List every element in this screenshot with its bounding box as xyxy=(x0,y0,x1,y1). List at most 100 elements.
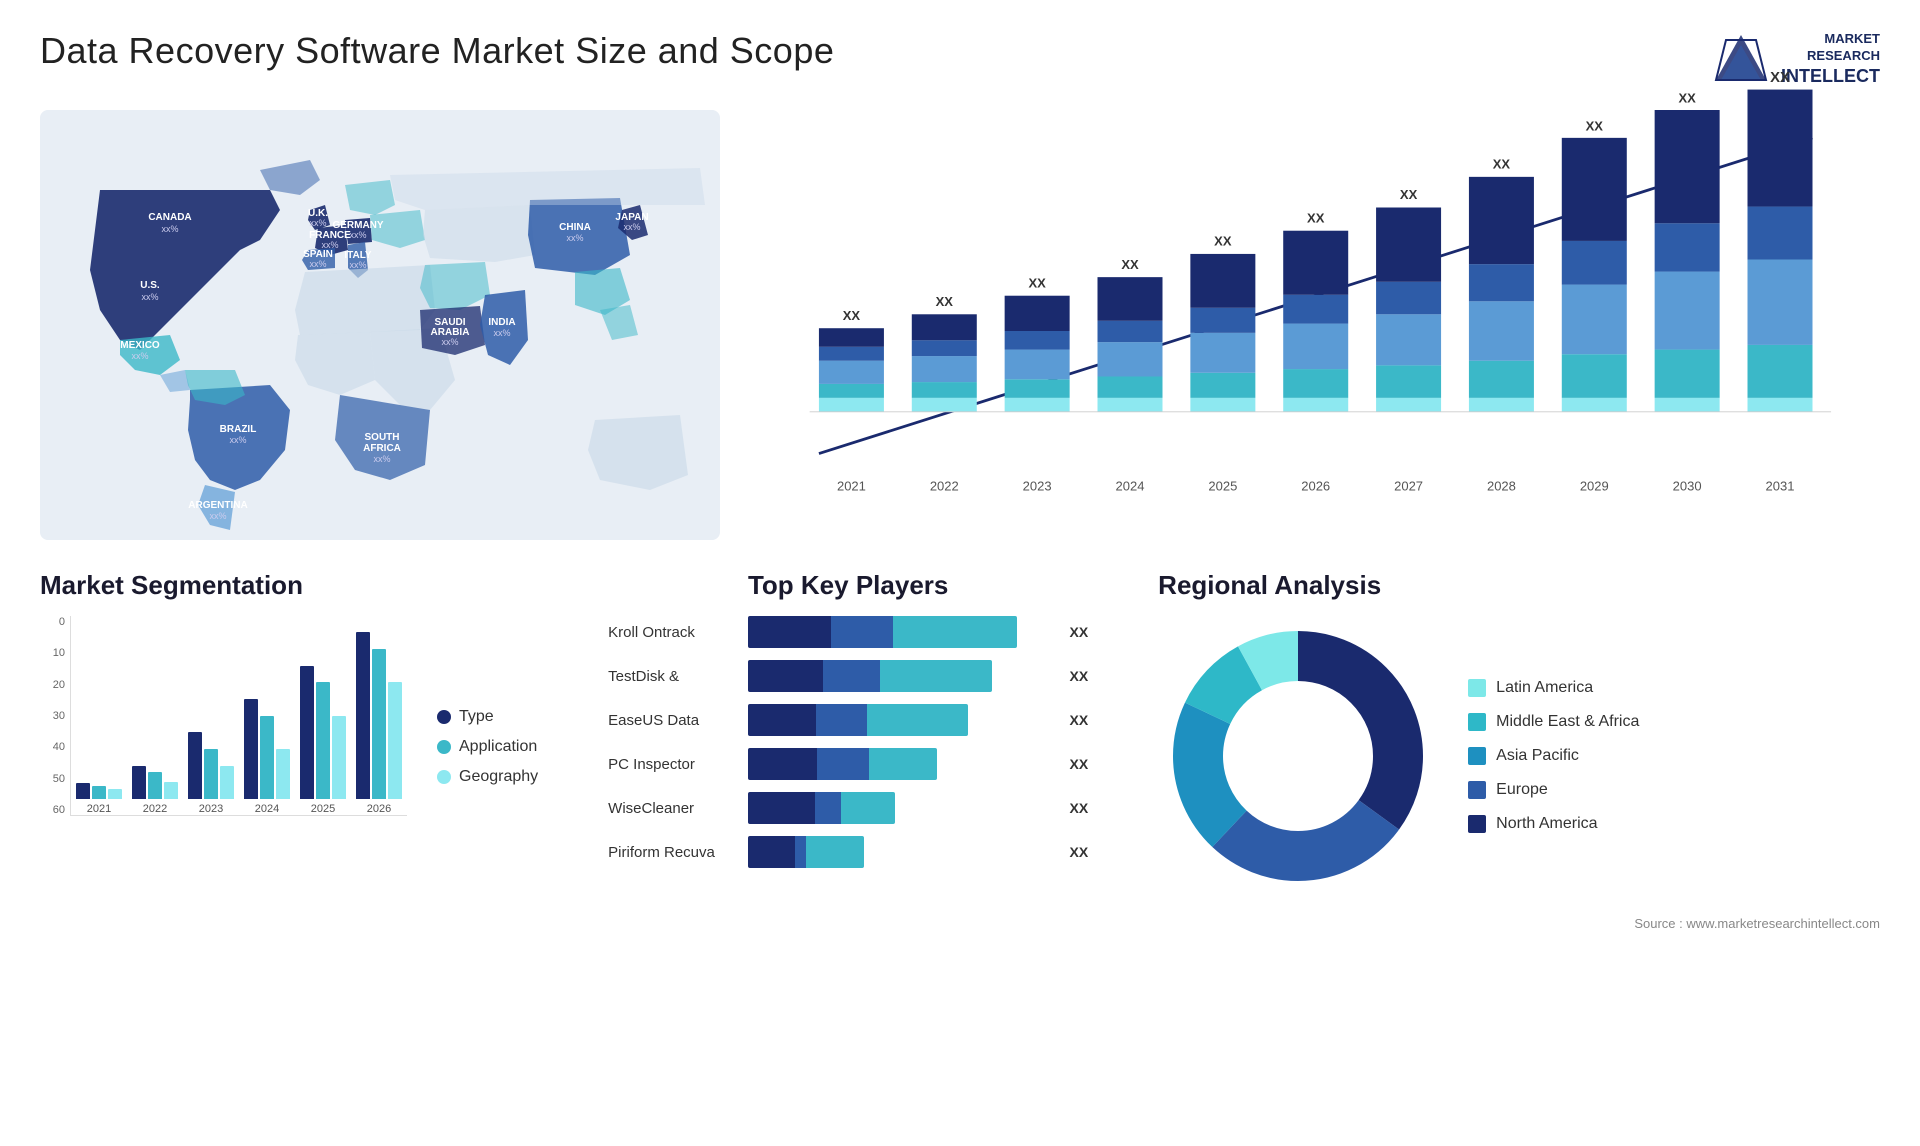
svg-text:XX: XX xyxy=(843,308,861,323)
player-seg3-piriform xyxy=(806,836,864,868)
svg-text:2024: 2024 xyxy=(1116,479,1145,494)
logo: MARKET RESEARCH INTELLECT xyxy=(1711,30,1880,90)
seg-bar-group: 2021 2022 xyxy=(70,616,407,816)
player-seg2-pcinspector xyxy=(817,748,869,780)
player-bar-inner-pcinspector xyxy=(748,748,937,780)
legend-type: Type xyxy=(437,708,538,726)
seg-year-group-2023 xyxy=(188,732,234,799)
player-bar-easeus xyxy=(748,704,1053,736)
bar-2025: XX 2025 xyxy=(1190,234,1255,494)
source-line: Source : www.marketresearchintellect.com xyxy=(1158,916,1880,931)
logo-market: MARKET xyxy=(1781,31,1880,48)
legend-label-application: Application xyxy=(459,738,537,756)
player-xx-wisecleaner: XX xyxy=(1069,800,1088,816)
map-sublabel-india: xx% xyxy=(493,328,510,338)
donut-legend-wrap: Latin America Middle East & Africa Asia … xyxy=(1158,616,1880,896)
seg-bars-container: 2021 2022 xyxy=(70,616,407,816)
y-tick-20: 20 xyxy=(40,679,65,691)
seg-bar-type-2025 xyxy=(300,666,314,799)
map-sublabel-argentina: xx% xyxy=(209,511,226,521)
page-title: Data Recovery Software Market Size and S… xyxy=(40,30,834,72)
legend-dot-application xyxy=(437,740,451,754)
player-seg3-testdisk xyxy=(880,660,993,692)
regional-legend-northamerica: North America xyxy=(1468,815,1639,833)
bar-2026: XX 2026 xyxy=(1283,210,1348,493)
legend-label-type: Type xyxy=(459,708,494,726)
segmentation-section: Market Segmentation 60 50 40 30 20 10 0 xyxy=(40,570,538,816)
player-row-pcinspector: PC Inspector XX xyxy=(608,748,1088,780)
regional-color-latin xyxy=(1468,679,1486,697)
map-label-mexico: MEXICO xyxy=(120,340,160,351)
growth-chart-container: XX 2021 XX 2022 XX 2023 xyxy=(750,110,1880,540)
player-name-kroll: Kroll Ontrack xyxy=(608,624,738,641)
player-name-piriform: Piriform Recuva xyxy=(608,844,738,861)
regional-legend-mea: Middle East & Africa xyxy=(1468,713,1639,731)
svg-text:XX: XX xyxy=(1678,91,1696,106)
seg-year-group-2025 xyxy=(300,666,346,799)
regional-section: Regional Analysis Lat xyxy=(1118,570,1880,931)
player-seg2-easeus xyxy=(816,704,867,736)
regional-label-latin: Latin America xyxy=(1496,679,1593,697)
regional-legend-apac: Asia Pacific xyxy=(1468,747,1639,765)
legend-dot-geography xyxy=(437,770,451,784)
player-xx-testdisk: XX xyxy=(1069,668,1088,684)
svg-text:2022: 2022 xyxy=(930,479,959,494)
logo-icon xyxy=(1711,30,1771,90)
regional-label-northamerica: North America xyxy=(1496,815,1597,833)
seg-bar-geo-2022 xyxy=(164,782,178,799)
bottom-section: Market Segmentation 60 50 40 30 20 10 0 xyxy=(40,570,1880,931)
player-row-wisecleaner: WiseCleaner XX xyxy=(608,792,1088,824)
player-seg2-piriform xyxy=(795,836,807,868)
svg-text:XX: XX xyxy=(1214,234,1232,249)
regional-legend-europe: Europe xyxy=(1468,781,1639,799)
seg-bar-app-2026 xyxy=(372,649,386,799)
svg-text:XX: XX xyxy=(1121,257,1139,272)
svg-text:2030: 2030 xyxy=(1673,479,1702,494)
seg-year-2024: 2024 xyxy=(244,699,290,815)
map-sublabel-japan: xx% xyxy=(623,222,640,232)
segmentation-chart-area: 60 50 40 30 20 10 0 xyxy=(40,616,538,816)
svg-text:2025: 2025 xyxy=(1208,479,1237,494)
player-name-easeus: EaseUS Data xyxy=(608,712,738,729)
page-header: Data Recovery Software Market Size and S… xyxy=(40,30,1880,90)
regional-color-europe xyxy=(1468,781,1486,799)
player-seg2-kroll xyxy=(831,616,893,648)
player-xx-easeus: XX xyxy=(1069,712,1088,728)
player-xx-pcinspector: XX xyxy=(1069,756,1088,772)
svg-text:2029: 2029 xyxy=(1580,479,1609,494)
seg-bar-geo-2026 xyxy=(388,682,402,799)
map-sublabel-saudi: xx% xyxy=(441,337,458,347)
seg-chart-wrapper: 60 50 40 30 20 10 0 xyxy=(40,616,407,816)
player-seg2-wisecleaner xyxy=(815,792,842,824)
player-bar-inner-kroll xyxy=(748,616,1017,648)
seg-bar-geo-2024 xyxy=(276,749,290,799)
y-tick-30: 30 xyxy=(40,710,65,722)
player-bar-inner-easeus xyxy=(748,704,968,736)
map-sublabel-southafrica: xx% xyxy=(373,454,390,464)
bar-2028: XX 2028 xyxy=(1469,157,1534,494)
map-label-brazil: BRAZIL xyxy=(220,424,257,435)
seg-year-group-2022 xyxy=(132,766,178,799)
player-bar-testdisk xyxy=(748,660,1053,692)
seg-year-2026: 2026 xyxy=(356,632,402,815)
bar-2030: XX 2030 xyxy=(1655,91,1720,494)
y-tick-10: 10 xyxy=(40,647,65,659)
seg-bar-type-2024 xyxy=(244,699,258,799)
player-seg1-easeus xyxy=(748,704,816,736)
regional-color-mea xyxy=(1468,713,1486,731)
seg-year-group-2026 xyxy=(356,632,402,799)
player-seg2-testdisk xyxy=(823,660,879,692)
svg-text:2028: 2028 xyxy=(1487,479,1516,494)
regional-legend-latin: Latin America xyxy=(1468,679,1639,697)
bar-2027: XX 2027 xyxy=(1376,187,1441,494)
legend-dot-type xyxy=(437,710,451,724)
player-seg3-pcinspector xyxy=(869,748,938,780)
logo-intellect: INTELLECT xyxy=(1781,65,1880,88)
player-row-piriform: Piriform Recuva XX xyxy=(608,836,1088,868)
bar-2023: XX 2023 xyxy=(1005,275,1070,493)
seg-bar-app-2024 xyxy=(260,716,274,799)
seg-bar-app-2025 xyxy=(316,682,330,799)
svg-text:XX: XX xyxy=(1493,157,1511,172)
growth-chart-svg: XX 2021 XX 2022 XX 2023 xyxy=(770,110,1880,500)
svg-text:2027: 2027 xyxy=(1394,479,1423,494)
